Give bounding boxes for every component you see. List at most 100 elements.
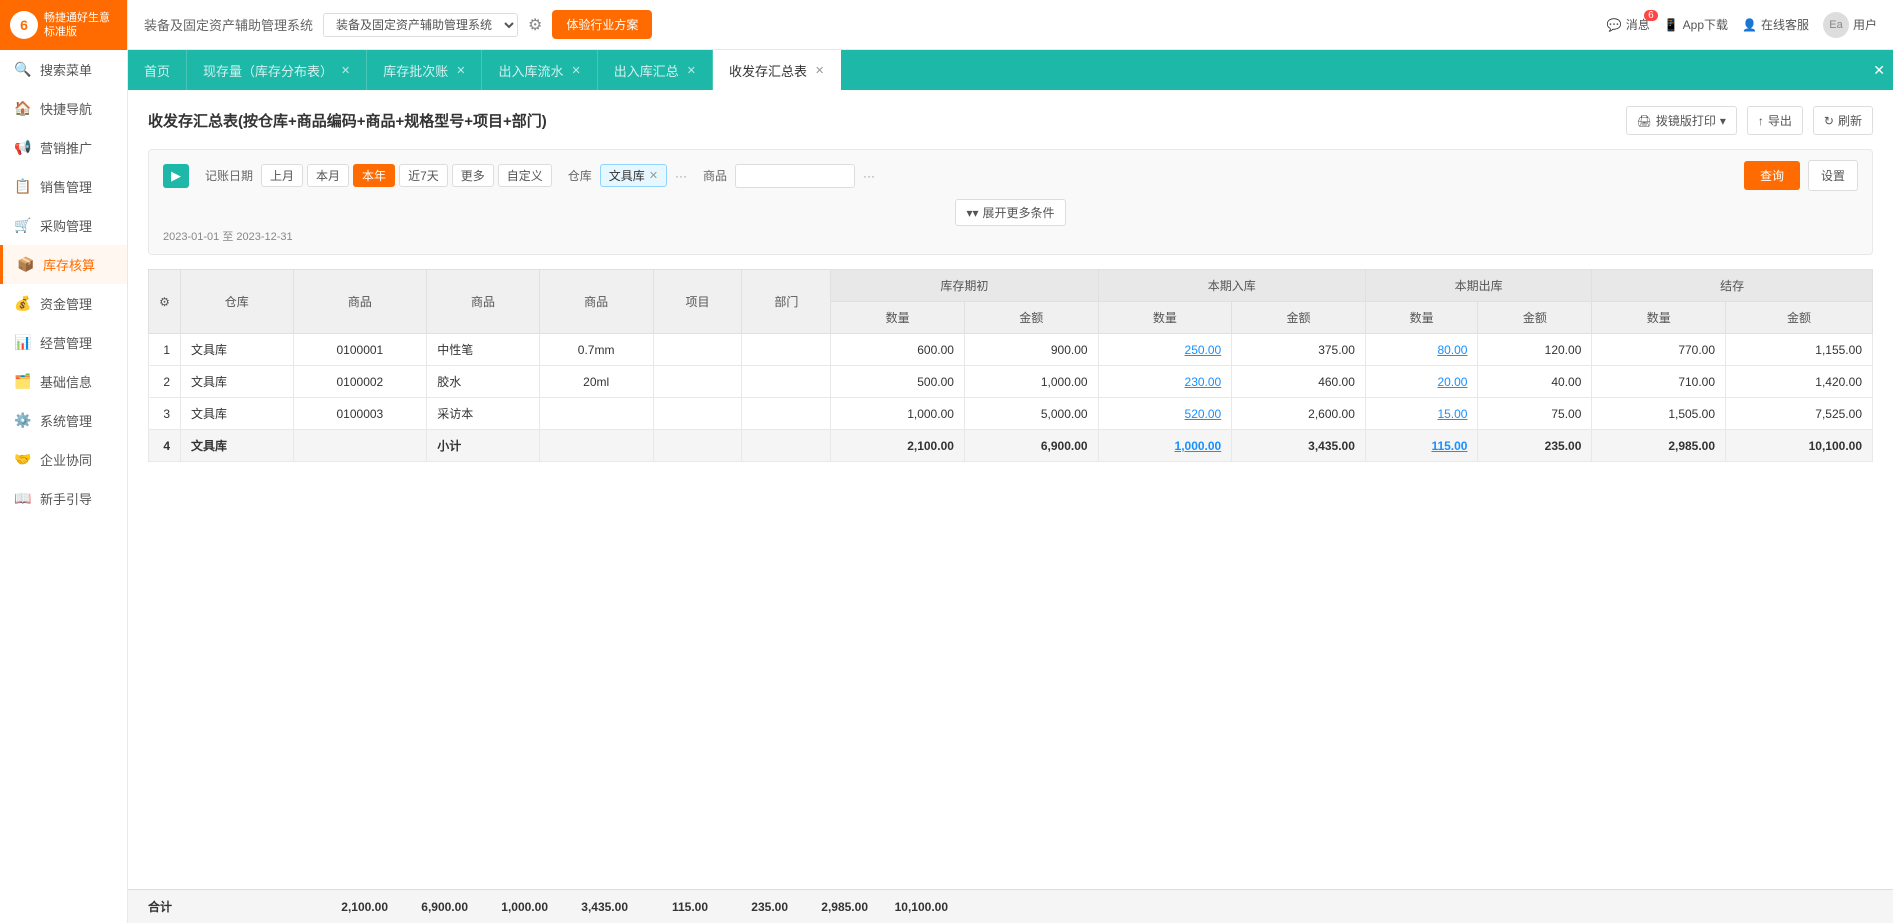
- filter-toggle-button[interactable]: ▶: [163, 164, 189, 188]
- sidebar-item-collab[interactable]: 🤝 企业协同: [0, 440, 127, 479]
- sidebar-item-guide[interactable]: 📖 新手引导: [0, 479, 127, 518]
- system-name: 装备及固定资产辅助管理系统: [144, 15, 313, 34]
- sidebar-item-inventory[interactable]: 📦 库存核算: [0, 245, 127, 284]
- table-cell-1-11[interactable]: 20.00: [1365, 366, 1478, 398]
- sidebar-item-marketing[interactable]: 📢 营销推广: [0, 128, 127, 167]
- table-cell-3-2: [293, 430, 427, 462]
- date-btn-last-month[interactable]: 上月: [261, 164, 303, 187]
- sidebar-icon-quick-nav: 🏠: [14, 100, 32, 117]
- filter-settings-button[interactable]: 设置: [1808, 160, 1858, 191]
- sidebar-item-sales[interactable]: 📋 销售管理: [0, 167, 127, 206]
- refresh-button[interactable]: ↻ 刷新: [1813, 106, 1873, 135]
- sidebar-nav: 🔍 搜索菜单 🏠 快捷导航 📢 营销推广 📋 销售管理 🛒 采购管理 📦 库存核…: [0, 50, 127, 923]
- content-area: 收发存汇总表(按仓库+商品编码+商品+规格型号+项目+部门) 🖨 拨镜版打印 ▾…: [128, 90, 1893, 923]
- tab-in-out-summary[interactable]: 出入库汇总✕: [598, 50, 713, 90]
- goods-filter-label: 商品: [703, 167, 727, 184]
- sidebar-item-finance[interactable]: 💰 资金管理: [0, 284, 127, 323]
- date-btn-this-year[interactable]: 本年: [353, 164, 395, 187]
- tab-home[interactable]: 首页: [128, 50, 187, 90]
- tab-batch-ledger[interactable]: 库存批次账✕: [367, 50, 482, 90]
- tab-close-recv-send-summary[interactable]: ✕: [815, 64, 824, 77]
- tab-recv-send-summary[interactable]: 收发存汇总表✕: [713, 50, 841, 90]
- mobile-icon: 📱: [1664, 18, 1679, 32]
- date-btn-more[interactable]: 更多: [452, 164, 494, 187]
- col-bal-header: 结存: [1592, 270, 1873, 302]
- tab-close-batch-ledger[interactable]: ✕: [456, 64, 465, 77]
- col-init-header: 库存期初: [831, 270, 1098, 302]
- tab-in-out-flow[interactable]: 出入库流水✕: [482, 50, 597, 90]
- avatar: Ea: [1823, 12, 1849, 38]
- table-cell-2-0: 3: [149, 398, 181, 430]
- col-project-header: 项目: [653, 270, 742, 334]
- app-download-label: App下载: [1683, 16, 1728, 33]
- table-cell-2-11[interactable]: 15.00: [1365, 398, 1478, 430]
- sidebar-icon-search: 🔍: [14, 61, 32, 78]
- sidebar-item-purchase[interactable]: 🛒 采购管理: [0, 206, 127, 245]
- footer-out-qty: 115.00: [648, 900, 728, 914]
- table-row: 3文具库0100003采访本1,000.005,000.00520.002,60…: [149, 398, 1873, 430]
- trial-button[interactable]: 体验行业方案: [552, 10, 652, 39]
- sidebar-item-basic[interactable]: 🗂️ 基础信息: [0, 362, 127, 401]
- col-dept-header: 部门: [742, 270, 831, 334]
- table-cell-2-12: 75.00: [1478, 398, 1592, 430]
- table-cell-0-1: 文具库: [181, 334, 294, 366]
- table-cell-2-3: 采访本: [427, 398, 540, 430]
- tab-close-in-out-summary[interactable]: ✕: [687, 64, 696, 77]
- online-service-item[interactable]: 👤 在线客服: [1742, 16, 1809, 33]
- col-settings-header[interactable]: ⚙: [149, 270, 181, 334]
- col-init-qty-header: 数量: [831, 302, 965, 334]
- sidebar-icon-operations: 📊: [14, 334, 32, 351]
- user-item[interactable]: Ea 用户: [1823, 12, 1877, 38]
- tab-close-in-out-flow[interactable]: ✕: [572, 64, 581, 77]
- date-btn-custom[interactable]: 自定义: [498, 164, 552, 187]
- sidebar-label-search: 搜索菜单: [40, 60, 92, 79]
- tab-close-inventory-dist[interactable]: ✕: [341, 64, 350, 77]
- export-button[interactable]: ↑ 导出: [1747, 106, 1803, 135]
- tab-inventory-dist[interactable]: 现存量（库存分布表）✕: [187, 50, 367, 90]
- table-cell-0-14: 1,155.00: [1726, 334, 1873, 366]
- sidebar-item-system[interactable]: ⚙️ 系统管理: [0, 401, 127, 440]
- notification-item[interactable]: 💬 消息 6: [1607, 16, 1650, 33]
- sidebar-icon-marketing: 📢: [14, 139, 32, 156]
- app-download-item[interactable]: 📱 App下载: [1664, 16, 1728, 33]
- sidebar-icon-collab: 🤝: [14, 451, 32, 468]
- sidebar-label-system: 系统管理: [40, 411, 92, 430]
- sidebar-item-operations[interactable]: 📊 经营管理: [0, 323, 127, 362]
- sidebar-label-marketing: 营销推广: [40, 138, 92, 157]
- table-cell-3-11[interactable]: 115.00: [1365, 430, 1478, 462]
- warehouse-more-dots[interactable]: ···: [675, 169, 687, 183]
- table-cell-3-12: 235.00: [1478, 430, 1592, 462]
- goods-input[interactable]: [735, 164, 855, 188]
- table-cell-0-3: 中性笔: [427, 334, 540, 366]
- table-cell-2-1: 文具库: [181, 398, 294, 430]
- system-selector[interactable]: 装备及固定资产辅助管理系统: [323, 13, 518, 37]
- tab-bar-close-icon[interactable]: ✕: [1873, 62, 1885, 79]
- col-spec-header: 商品: [539, 270, 653, 334]
- warehouse-tag-close[interactable]: ✕: [649, 169, 658, 182]
- table-cell-3-9[interactable]: 1,000.00: [1098, 430, 1232, 462]
- goods-more-dots[interactable]: ···: [863, 169, 875, 183]
- sidebar-item-quick-nav[interactable]: 🏠 快捷导航: [0, 89, 127, 128]
- table-cell-1-9[interactable]: 230.00: [1098, 366, 1232, 398]
- print-button[interactable]: 🖨 拨镜版打印 ▾: [1626, 106, 1737, 135]
- sidebar-icon-finance: 💰: [14, 295, 32, 312]
- expand-filter-button[interactable]: ▾▾ 展开更多条件: [955, 199, 1065, 226]
- expand-icon: ▾▾: [966, 206, 978, 220]
- table-row: 2文具库0100002胶水20ml500.001,000.00230.00460…: [149, 366, 1873, 398]
- refresh-icon: ↻: [1824, 114, 1834, 128]
- table-cell-0-9[interactable]: 250.00: [1098, 334, 1232, 366]
- table-cell-1-13: 710.00: [1592, 366, 1726, 398]
- date-btn-7days[interactable]: 近7天: [399, 164, 448, 187]
- sidebar-label-basic: 基础信息: [40, 372, 92, 391]
- sidebar-item-search[interactable]: 🔍 搜索菜单: [0, 50, 127, 89]
- settings-icon[interactable]: ⚙: [528, 15, 542, 35]
- table-cell-2-9[interactable]: 520.00: [1098, 398, 1232, 430]
- table-cell-0-5: [653, 334, 742, 366]
- col-code-header: 商品: [293, 270, 427, 334]
- search-button[interactable]: 查询: [1744, 161, 1800, 190]
- sidebar-icon-guide: 📖: [14, 490, 32, 507]
- bell-icon: 💬: [1607, 18, 1622, 32]
- table-cell-0-11[interactable]: 80.00: [1365, 334, 1478, 366]
- footer-bal-amt: 10,100.00: [888, 900, 968, 914]
- date-btn-this-month[interactable]: 本月: [307, 164, 349, 187]
